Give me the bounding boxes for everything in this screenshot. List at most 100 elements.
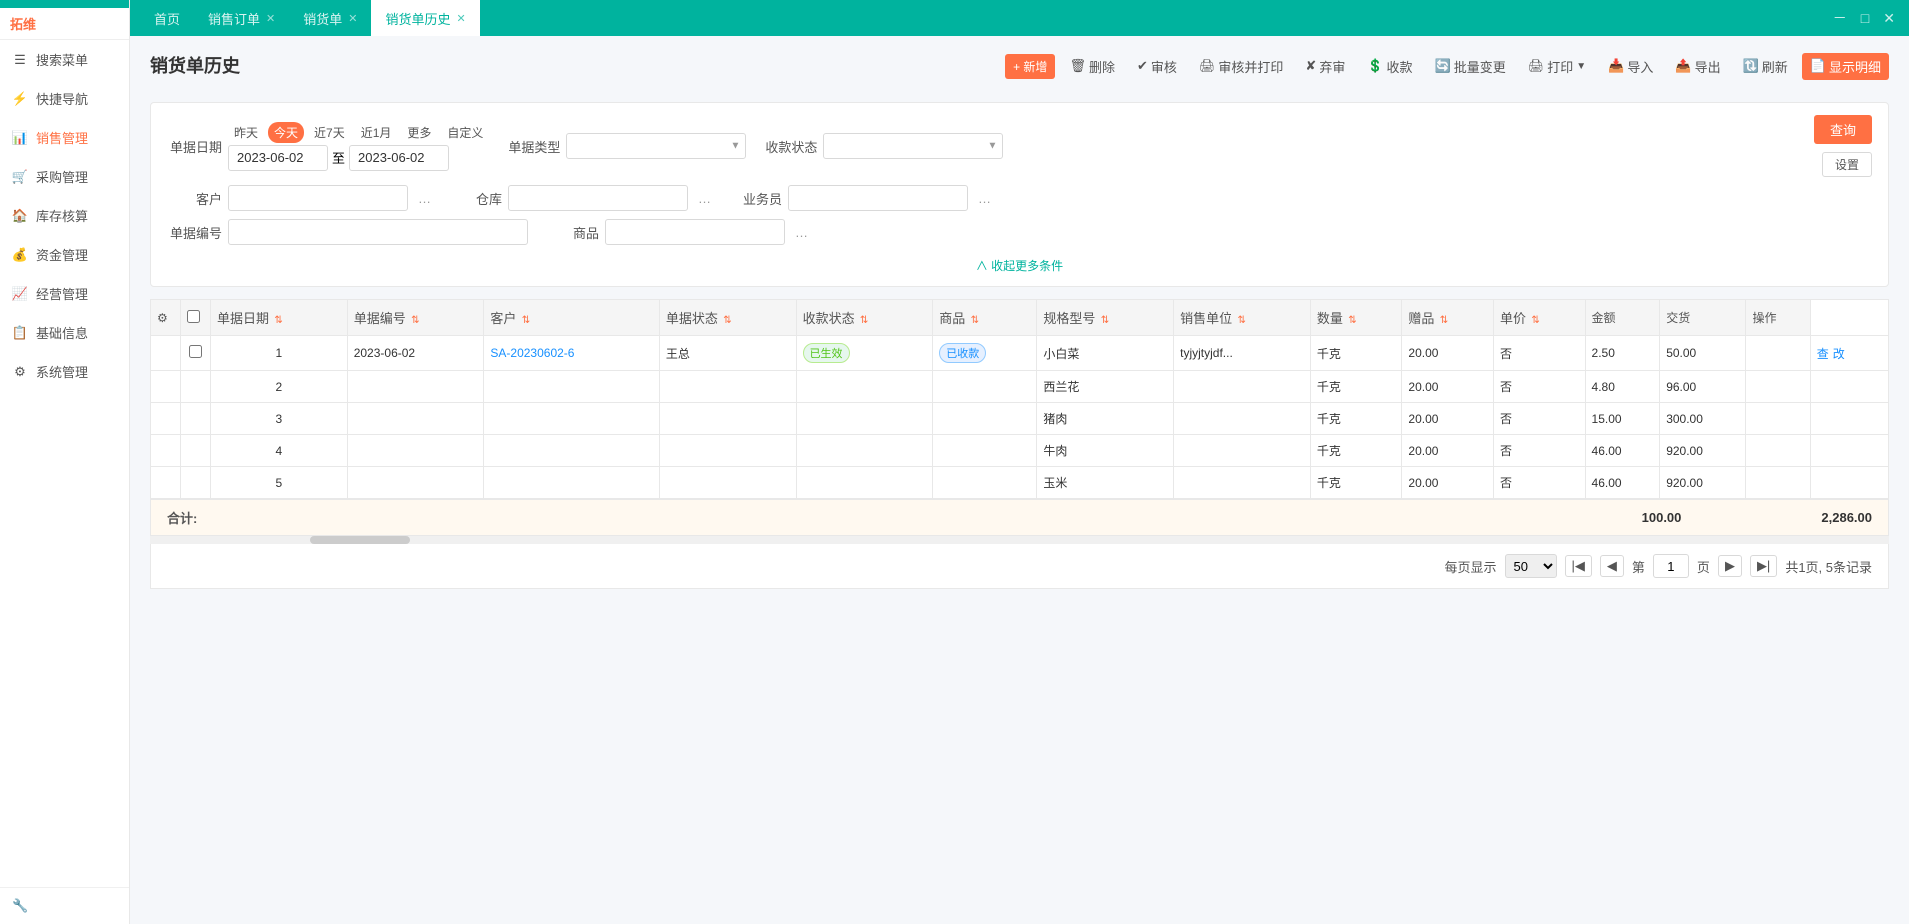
select-all-checkbox[interactable]: [187, 310, 200, 323]
th-gift: 赠品 ⇅: [1402, 300, 1494, 336]
tab-sales-goods-close[interactable]: ✕: [348, 12, 357, 25]
doc-no-input[interactable]: [228, 219, 528, 245]
pill-1month[interactable]: 近1月: [355, 122, 398, 143]
delete-button[interactable]: 🗑 删除: [1061, 53, 1123, 80]
row-1-checkbox-input[interactable]: [189, 345, 202, 358]
window-controls: － □ ✕: [1829, 6, 1899, 30]
filter-collect-status: 收款状态 ▼: [762, 133, 1003, 159]
row-1-action-查[interactable]: 查: [1817, 347, 1829, 361]
th-checkbox[interactable]: [181, 300, 211, 336]
collect-status-input[interactable]: [823, 133, 1003, 159]
row-5-collect-status: [933, 467, 1037, 499]
row-1-action-改[interactable]: 改: [1833, 347, 1845, 361]
import-icon: 📥: [1608, 58, 1624, 74]
tab-home[interactable]: 首页: [140, 0, 194, 36]
logo-area: 拓维: [0, 8, 129, 40]
sidebar-item-label: 基础信息: [36, 323, 88, 342]
batch-change-button[interactable]: 🔄 批量变更: [1427, 53, 1514, 80]
warehouse-input[interactable]: [508, 185, 688, 211]
row-2-trade: [1746, 371, 1810, 403]
minimize-button[interactable]: －: [1829, 6, 1851, 30]
collect-button[interactable]: 💲 收款: [1359, 53, 1420, 80]
per-page-select[interactable]: 50 100 200: [1505, 554, 1557, 578]
sidebar-item-purchase-mgmt[interactable]: 🛒 采购管理: [0, 157, 129, 196]
maximize-button[interactable]: □: [1857, 8, 1873, 28]
spec-sort-icon[interactable]: ⇅: [1101, 315, 1109, 326]
scrollbar-thumb[interactable]: [310, 536, 410, 544]
tab-sales-history-close[interactable]: ✕: [457, 12, 466, 25]
sidebar-item-sys-mgmt[interactable]: ⚙ 系统管理: [0, 352, 129, 391]
tab-sales-order-close[interactable]: ✕: [266, 12, 275, 25]
sidebar-item-finance[interactable]: 💰 资金管理: [0, 235, 129, 274]
horizontal-scrollbar[interactable]: [150, 536, 1889, 544]
audit-button[interactable]: ✔ 审核: [1129, 53, 1185, 80]
row-2-actions: [1810, 371, 1888, 403]
pill-today[interactable]: 今天: [268, 122, 304, 143]
row-5-actions: [1810, 467, 1888, 499]
gift-sort-icon[interactable]: ⇅: [1440, 315, 1448, 326]
table-row: 12023-06-02SA-20230602-6王总已生效已收款小白菜tyjyj…: [151, 336, 1889, 371]
export-button[interactable]: 📤 导出: [1667, 53, 1728, 80]
print-button[interactable]: 🖨 打印 ▼: [1520, 53, 1594, 80]
doc-status-sort-icon[interactable]: ⇅: [723, 315, 731, 326]
customer-input[interactable]: [228, 185, 408, 211]
pill-custom[interactable]: 自定义: [441, 122, 489, 143]
sidebar-item-base-info[interactable]: 📋 基础信息: [0, 313, 129, 352]
goods-input[interactable]: [605, 219, 785, 245]
collect-status-select-wrapper: ▼: [823, 133, 1003, 159]
import-button[interactable]: 📥 导入: [1600, 53, 1661, 80]
collect-status-sort-icon[interactable]: ⇅: [860, 315, 868, 326]
row-5-price: 46.00: [1585, 467, 1660, 499]
date-sort-icon[interactable]: ⇅: [274, 315, 282, 326]
doc-type-input[interactable]: [566, 133, 746, 159]
query-button[interactable]: 查询: [1814, 115, 1872, 144]
row-1-date: 2023-06-02: [347, 336, 484, 371]
row-3-checkbox: [181, 403, 211, 435]
salesman-dots[interactable]: …: [978, 191, 991, 206]
audit-print-button[interactable]: 🖨 审核并打印: [1191, 53, 1292, 80]
new-button[interactable]: + 新增: [1005, 54, 1055, 79]
page-number-input[interactable]: [1653, 554, 1689, 578]
sidebar-item-operation[interactable]: 📈 经营管理: [0, 274, 129, 313]
pill-yesterday[interactable]: 昨天: [228, 122, 264, 143]
doc-no-sort-icon[interactable]: ⇅: [411, 315, 419, 326]
show-detail-button[interactable]: 📄 显示明细: [1802, 53, 1889, 80]
tab-sales-history[interactable]: 销货单历史 ✕: [371, 0, 479, 36]
last-page-button[interactable]: ▶|: [1750, 555, 1777, 577]
customer-dots[interactable]: …: [418, 191, 431, 206]
abandon-button[interactable]: ✘ 弃审: [1297, 53, 1353, 80]
date-to-input[interactable]: [349, 145, 449, 171]
sidebar-item-quick-nav[interactable]: ⚡ 快捷导航: [0, 79, 129, 118]
sidebar-item-search-menu[interactable]: ☰ 搜索菜单: [0, 40, 129, 79]
row-1-actions: 查改: [1810, 336, 1888, 371]
refresh-button[interactable]: 🔃 刷新: [1735, 53, 1796, 80]
first-page-button[interactable]: |◀: [1565, 555, 1592, 577]
abandon-icon: ✘: [1305, 58, 1316, 74]
tab-sales-goods[interactable]: 销货单 ✕: [289, 0, 371, 36]
warehouse-dots[interactable]: …: [698, 191, 711, 206]
row-1-doc-no-link[interactable]: SA-20230602-6: [490, 346, 574, 360]
collapse-button[interactable]: ∧ 收起更多条件: [976, 257, 1063, 274]
pill-7days[interactable]: 近7天: [308, 122, 351, 143]
base-info-icon: 📋: [12, 325, 28, 341]
sidebar-item-inventory[interactable]: 🏠 库存核算: [0, 196, 129, 235]
customer-sort-icon[interactable]: ⇅: [522, 315, 530, 326]
goods-sort-icon[interactable]: ⇅: [971, 315, 979, 326]
row-1-customer: 王总: [659, 336, 796, 371]
th-gear[interactable]: ⚙: [151, 300, 181, 336]
salesman-input[interactable]: [788, 185, 968, 211]
unit-sort-icon[interactable]: ⇅: [1237, 315, 1245, 326]
close-button[interactable]: ✕: [1879, 8, 1899, 29]
price-sort-icon[interactable]: ⇅: [1531, 315, 1539, 326]
qty-sort-icon[interactable]: ⇅: [1348, 315, 1356, 326]
date-from-input[interactable]: [228, 145, 328, 171]
set-button[interactable]: 设置: [1822, 152, 1872, 177]
pill-more[interactable]: 更多: [401, 122, 437, 143]
tab-sales-order[interactable]: 销售订单 ✕: [194, 0, 289, 36]
row-1-goods: 小白菜: [1037, 336, 1174, 371]
next-page-button[interactable]: ▶: [1718, 555, 1742, 577]
goods-dots[interactable]: …: [795, 225, 808, 240]
sidebar-bottom-settings[interactable]: 🔧: [0, 888, 129, 924]
prev-page-button[interactable]: ◀: [1600, 555, 1624, 577]
sidebar-item-sales-mgmt[interactable]: 📊 销售管理: [0, 118, 129, 157]
